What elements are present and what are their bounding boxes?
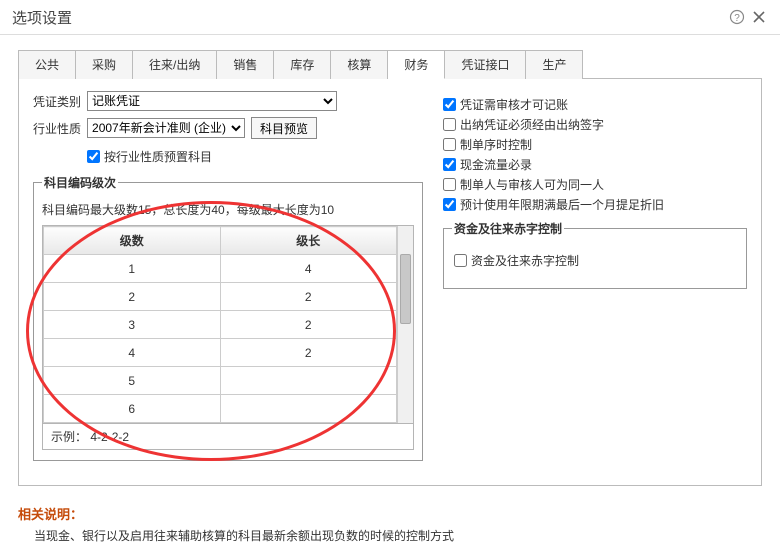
scroll-thumb[interactable] [400, 254, 411, 324]
industry-label: 行业性质 [33, 120, 81, 137]
example-value: 4-2-2-2 [90, 430, 129, 444]
option-checkbox-4[interactable] [443, 178, 456, 191]
table-scrollbar[interactable] [397, 226, 413, 423]
table-row[interactable]: 6 [44, 395, 397, 423]
deficit-legend: 资金及往来赤字控制 [452, 220, 564, 237]
tab-4[interactable]: 库存 [274, 50, 331, 79]
tab-7[interactable]: 凭证接口 [445, 50, 526, 79]
help-icon[interactable]: ? [726, 6, 748, 28]
option-checkbox-5[interactable] [443, 198, 456, 211]
explain-title: 相关说明： [18, 504, 780, 523]
option-label-3: 现金流量必录 [460, 156, 532, 173]
cell-len[interactable] [220, 367, 397, 395]
industry-select[interactable]: 2007年新会计准则 (企业) [87, 118, 245, 138]
tab-2[interactable]: 往来/出纳 [133, 50, 217, 79]
option-label-4: 制单人与审核人可为同一人 [460, 176, 604, 193]
tab-8[interactable]: 生产 [526, 50, 583, 79]
cell-level: 5 [44, 367, 221, 395]
cell-len[interactable]: 2 [220, 283, 397, 311]
example-label: 示例： [51, 430, 87, 444]
option-checkbox-2[interactable] [443, 138, 456, 151]
reset-by-industry-checkbox[interactable] [87, 150, 100, 163]
cell-len[interactable]: 2 [220, 339, 397, 367]
table-row[interactable]: 22 [44, 283, 397, 311]
option-checkbox-1[interactable] [443, 118, 456, 131]
tab-5[interactable]: 核算 [331, 50, 388, 79]
table-row[interactable]: 5 [44, 367, 397, 395]
svg-text:?: ? [734, 13, 740, 24]
col-len-header: 级长 [220, 227, 397, 255]
deficit-check-label: 资金及往来赤字控制 [471, 252, 579, 269]
option-label-2: 制单序时控制 [460, 136, 532, 153]
option-checkbox-0[interactable] [443, 98, 456, 111]
close-icon[interactable] [748, 6, 770, 28]
coding-info: 科目编码最大级数15，总长度为40，每级最大长度为10 [42, 201, 414, 219]
tab-6[interactable]: 财务 [388, 50, 445, 79]
option-checkbox-3[interactable] [443, 158, 456, 171]
cell-level: 3 [44, 311, 221, 339]
cell-len[interactable] [220, 395, 397, 423]
table-row[interactable]: 42 [44, 339, 397, 367]
tab-1[interactable]: 采购 [76, 50, 133, 79]
cell-len[interactable]: 2 [220, 311, 397, 339]
option-label-5: 预计使用年限期满最后一个月提足折旧 [460, 196, 664, 213]
tab-0[interactable]: 公共 [18, 50, 76, 79]
col-level-header: 级数 [44, 227, 221, 255]
voucher-type-select[interactable]: 记账凭证 [87, 91, 337, 111]
coding-level-fieldset: 科目编码级次 科目编码最大级数15，总长度为40，每级最大长度为10 级数 级长… [33, 174, 423, 461]
subject-preview-button[interactable]: 科目预览 [251, 117, 317, 139]
coding-table: 级数 级长 1422324256 [43, 226, 397, 423]
cell-level: 6 [44, 395, 221, 423]
cell-level: 1 [44, 255, 221, 283]
cell-level: 4 [44, 339, 221, 367]
deficit-checkbox[interactable] [454, 254, 467, 267]
explain-body: 当现金、银行以及启用往来辅助核算的科目最新余额出现负数的时候的控制方式 [0, 527, 780, 554]
table-row[interactable]: 32 [44, 311, 397, 339]
option-label-0: 凭证需审核才可记账 [460, 96, 568, 113]
voucher-type-label: 凭证类别 [33, 93, 81, 110]
table-row[interactable]: 14 [44, 255, 397, 283]
option-label-1: 出纳凭证必须经由出纳签字 [460, 116, 604, 133]
window-title: 选项设置 [12, 7, 72, 28]
deficit-fieldset: 资金及往来赤字控制 资金及往来赤字控制 [443, 220, 747, 289]
cell-len[interactable]: 4 [220, 255, 397, 283]
reset-by-industry-label: 按行业性质预置科目 [104, 148, 212, 165]
tab-3[interactable]: 销售 [217, 50, 274, 79]
cell-level: 2 [44, 283, 221, 311]
coding-legend: 科目编码级次 [42, 174, 118, 191]
